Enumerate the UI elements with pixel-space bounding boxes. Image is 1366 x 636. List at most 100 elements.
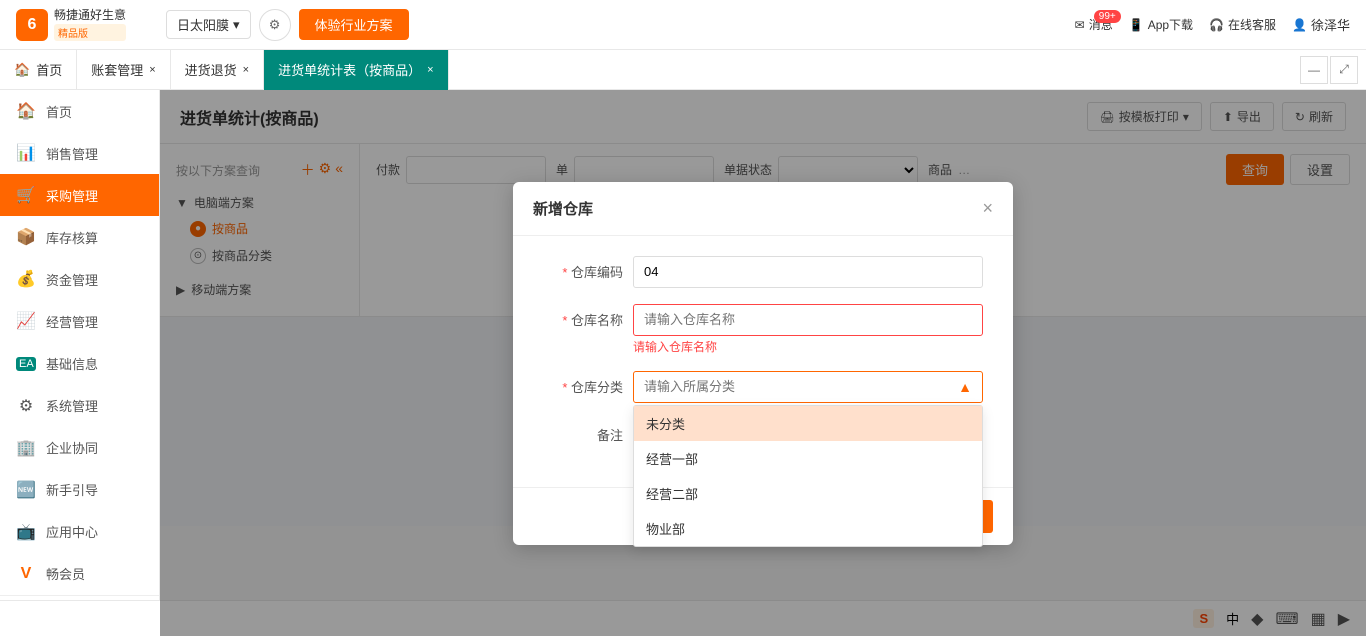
sidebar-item-inventory[interactable]: 📦 库存核算 <box>0 216 159 258</box>
category-input[interactable] <box>644 379 958 394</box>
tab-account[interactable]: 账套管理 × <box>77 50 170 90</box>
modal-overlay: 新增仓库 × 仓库编码 仓库名称 <box>160 90 1366 636</box>
tab-purchase-return-label: 进货退货 <box>185 60 237 79</box>
sidebar-item-sales[interactable]: 📊 销售管理 <box>0 132 159 174</box>
sidebar-label-finance: 资金管理 <box>46 270 98 289</box>
category-dropdown-list: 未分类 经营一部 经营二部 物业部 <box>633 405 983 547</box>
store-selector[interactable]: 日太阳膜 ▾ <box>166 10 251 39</box>
store-dropdown-arrow: ▾ <box>233 17 240 33</box>
sidebar-item-system[interactable]: ⚙ 系统管理 <box>0 385 159 427</box>
sidebar: 🏠 首页 📊 销售管理 🛒 采购管理 📦 库存核算 💰 资金管理 📈 经营管理 … <box>0 90 160 636</box>
finance-icon: 💰 <box>16 269 36 289</box>
sidebar-label-basic: 基础信息 <box>46 354 98 373</box>
operation-icon: 📈 <box>16 311 36 331</box>
basic-icon: EA <box>16 357 36 371</box>
category-dropdown-input-row[interactable]: ▲ <box>633 371 983 403</box>
sidebar-item-basic[interactable]: EA 基础信息 <box>0 342 159 384</box>
main-layout: 🏠 首页 📊 销售管理 🛒 采购管理 📦 库存核算 💰 资金管理 📈 经营管理 … <box>0 90 1366 636</box>
app-logo-icon: 6 <box>16 9 48 41</box>
sidebar-item-finance[interactable]: 💰 资金管理 <box>0 258 159 300</box>
tab-purchase-return-close[interactable]: × <box>243 64 249 76</box>
modal-close-button[interactable]: × <box>982 198 993 219</box>
modal-title: 新增仓库 <box>533 198 593 219</box>
tab-purchase-stat[interactable]: 进货单统计表（按商品） × <box>264 50 448 90</box>
top-header: 6 畅捷通好生意 精品版 日太阳膜 ▾ ⚙ 体验行业方案 ✉ 消息 99+ 📱 … <box>0 0 1366 50</box>
headset-icon: 🎧 <box>1209 18 1224 32</box>
system-icon: ⚙ <box>16 396 36 416</box>
form-row-code: 仓库编码 <box>543 256 983 288</box>
tab-purchase-stat-close[interactable]: × <box>427 64 433 76</box>
username: 徐泽华 <box>1311 15 1350 34</box>
app-download-button[interactable]: 📱 App下载 <box>1129 16 1193 33</box>
message-badge: 99+ <box>1094 10 1121 23</box>
name-label: 仓库名称 <box>543 304 623 329</box>
vip-icon: V <box>16 565 36 583</box>
code-control <box>633 256 983 288</box>
warehouse-name-input[interactable] <box>633 304 983 336</box>
note-label: 备注 <box>543 419 623 444</box>
guide-icon: 🆕 <box>16 480 36 500</box>
user-avatar-icon: 👤 <box>1292 18 1307 32</box>
category-control: ▲ 未分类 经营一部 经营二部 物业部 <box>633 371 983 403</box>
sidebar-item-home[interactable]: 🏠 首页 <box>0 90 159 132</box>
form-row-category: 仓库分类 ▲ 未分类 经营一部 经营二部 <box>543 371 983 403</box>
tab-purchase-return[interactable]: 进货退货 × <box>171 50 264 90</box>
online-service-label: 在线客服 <box>1228 16 1276 33</box>
add-warehouse-modal: 新增仓库 × 仓库编码 仓库名称 <box>513 182 1013 545</box>
tab-account-close[interactable]: × <box>149 64 155 76</box>
dropdown-option-dept1[interactable]: 经营一部 <box>634 441 982 476</box>
tab-end-buttons: — ⤢ <box>1300 56 1366 84</box>
app-center-icon: 📺 <box>16 522 36 542</box>
sidebar-item-vip[interactable]: V 畅会员 <box>0 553 159 595</box>
app-download-label: App下载 <box>1148 16 1193 33</box>
message-icon: ✉ <box>1075 18 1085 32</box>
header-right: ✉ 消息 99+ 📱 App下载 🎧 在线客服 👤 徐泽华 <box>1075 15 1350 34</box>
sidebar-label-enterprise: 企业协同 <box>46 438 98 457</box>
dropdown-option-none[interactable]: 未分类 <box>634 406 982 441</box>
sidebar-label-operation: 经营管理 <box>46 312 98 331</box>
sidebar-item-guide[interactable]: 🆕 新手引导 <box>0 469 159 511</box>
sidebar-item-enterprise[interactable]: 🏢 企业协同 <box>0 427 159 469</box>
home-tab-icon: 🏠 <box>14 62 30 78</box>
logo-area: 6 畅捷通好生意 精品版 <box>16 8 166 41</box>
category-dropdown: ▲ 未分类 经营一部 经营二部 物业部 <box>633 371 983 403</box>
app-badge: 精品版 <box>54 24 126 41</box>
home-tab-label: 首页 <box>36 60 62 79</box>
tab-account-label: 账套管理 <box>91 60 143 79</box>
inventory-icon: 📦 <box>16 227 36 247</box>
sidebar-label-app-center: 应用中心 <box>46 522 98 541</box>
sidebar-label-purchase: 采购管理 <box>46 186 98 205</box>
modal-header: 新增仓库 × <box>513 182 1013 236</box>
sales-icon: 📊 <box>16 143 36 163</box>
online-service-button[interactable]: 🎧 在线客服 <box>1209 16 1276 33</box>
content-area: 进货单统计(按商品) 🖨 按模板打印 ▾ ⬆ 导出 ↻ 刷新 <box>160 90 1366 636</box>
sidebar-label-sales: 销售管理 <box>46 144 98 163</box>
logo-text-area: 畅捷通好生意 精品版 <box>54 8 126 41</box>
user-area[interactable]: 👤 徐泽华 <box>1292 15 1350 34</box>
store-name: 日太阳膜 <box>177 15 229 34</box>
form-row-name: 仓库名称 请输入仓库名称 <box>543 304 983 355</box>
message-button[interactable]: ✉ 消息 99+ <box>1075 16 1113 33</box>
sidebar-label-home: 首页 <box>46 102 72 121</box>
app-name: 畅捷通好生意 <box>54 8 126 24</box>
category-label: 仓库分类 <box>543 371 623 396</box>
tab-collapse-button[interactable]: — <box>1300 56 1328 84</box>
home-icon: 🏠 <box>16 101 36 121</box>
enterprise-icon: 🏢 <box>16 438 36 458</box>
name-control: 请输入仓库名称 <box>633 304 983 355</box>
sidebar-label-guide: 新手引导 <box>46 480 98 499</box>
settings-gear-button[interactable]: ⚙ <box>259 9 291 41</box>
dropdown-option-dept2[interactable]: 经营二部 <box>634 476 982 511</box>
dropdown-option-dept3[interactable]: 物业部 <box>634 511 982 546</box>
mobile-icon: 📱 <box>1129 18 1144 32</box>
trial-industry-button[interactable]: 体验行业方案 <box>299 9 409 40</box>
sidebar-item-app-center[interactable]: 📺 应用中心 <box>0 511 159 553</box>
category-dropdown-arrow-icon[interactable]: ▲ <box>958 379 972 395</box>
sidebar-item-purchase[interactable]: 🛒 采购管理 <box>0 174 159 216</box>
sidebar-item-operation[interactable]: 📈 经营管理 <box>0 300 159 342</box>
tab-home[interactable]: 🏠 首页 <box>0 50 77 90</box>
tab-purchase-stat-label: 进货单统计表（按商品） <box>278 60 421 79</box>
tab-expand-button[interactable]: ⤢ <box>1330 56 1358 84</box>
warehouse-code-input[interactable] <box>633 256 983 288</box>
modal-body: 仓库编码 仓库名称 请输入仓库名称 <box>513 236 1013 487</box>
